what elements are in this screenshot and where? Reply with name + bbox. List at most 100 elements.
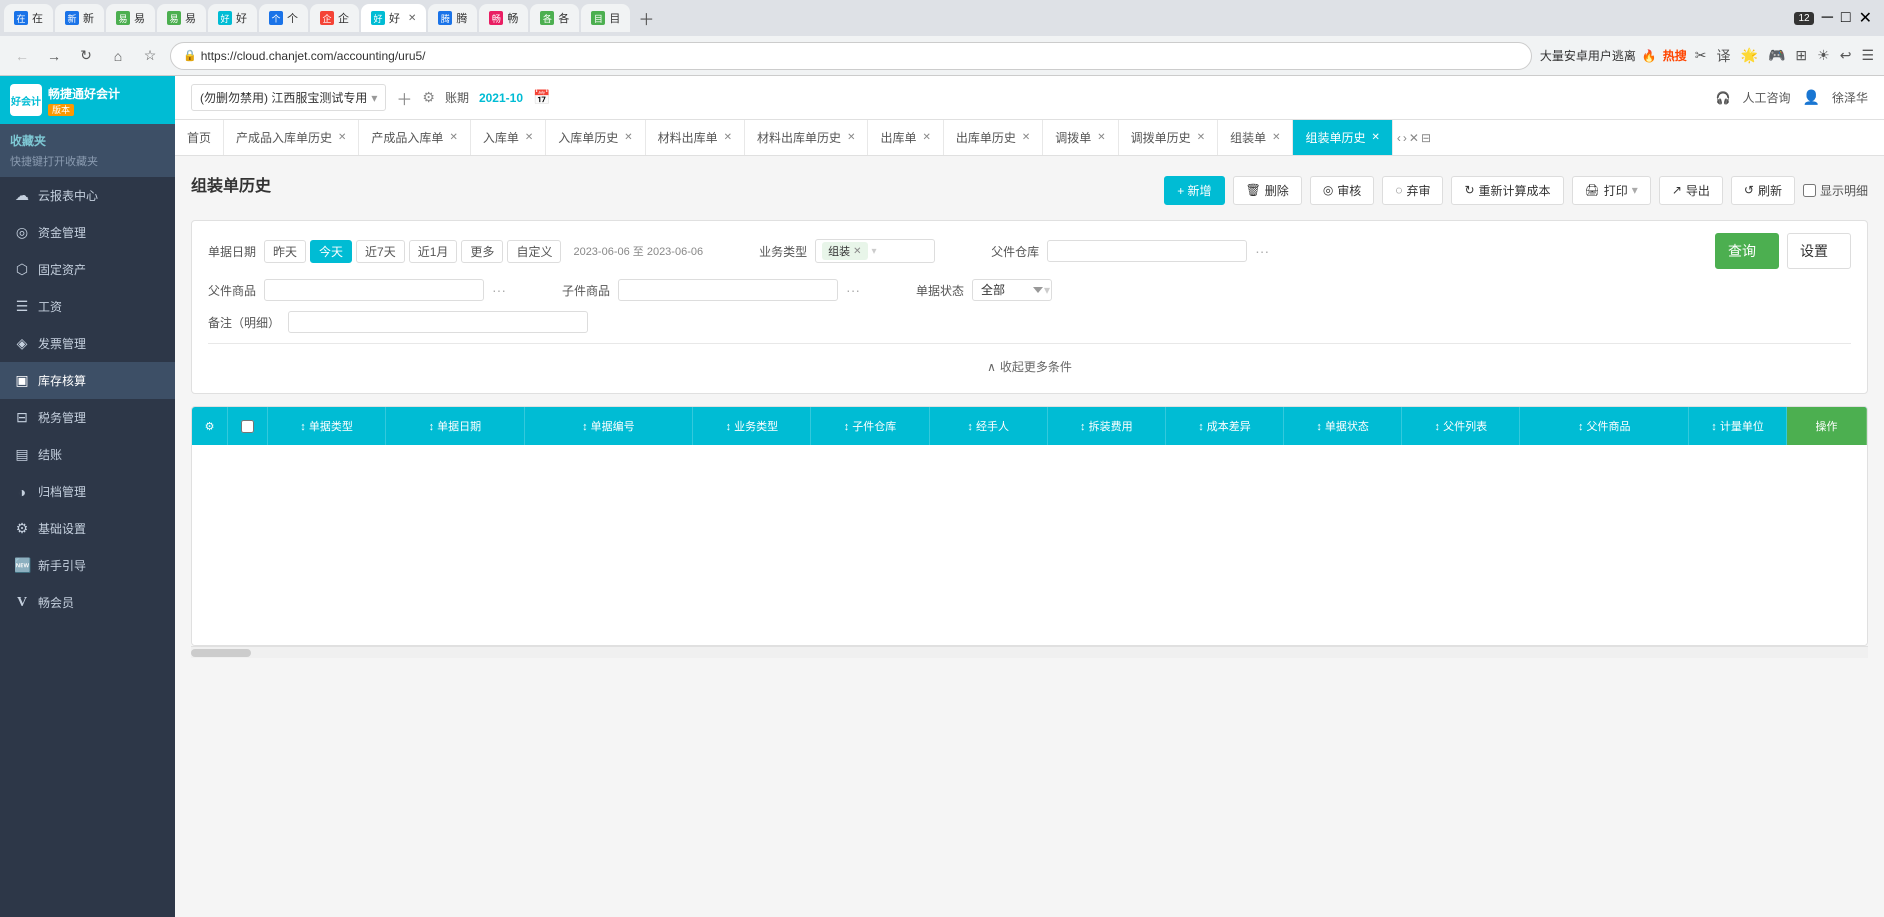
company-selector[interactable]: (勿删勿禁用) 江西服宝测试专用 ▾ — [191, 84, 386, 111]
parent-goods-input[interactable] — [264, 279, 484, 301]
sidebar-item-new-guide[interactable]: 🆕 新手引导 — [0, 547, 175, 584]
date-btn-7days[interactable]: 近7天 — [356, 240, 405, 263]
undo-icon[interactable]: ↩ — [1840, 47, 1852, 64]
sidebar-item-vip[interactable]: V 畅会员 — [0, 584, 175, 621]
sidebar-item-cloud-reports[interactable]: ☁ 云报表中心 — [0, 177, 175, 214]
nav-tab-6[interactable]: 出库单 ✕ — [868, 120, 943, 156]
browser-tab-5[interactable]: 好 好 — [208, 4, 257, 32]
remark-input[interactable] — [288, 311, 588, 333]
date-btn-1month[interactable]: 近1月 — [409, 240, 458, 263]
nav-tab-close-4[interactable]: ✕ — [724, 132, 732, 143]
url-input[interactable]: 🔒 https://cloud.chanjet.com/accounting/u… — [170, 42, 1532, 70]
nav-tab-close-2[interactable]: ✕ — [525, 132, 533, 143]
parent-warehouse-more-icon[interactable]: ··· — [1255, 243, 1269, 259]
query-button[interactable]: 查询 — [1715, 233, 1779, 269]
nav-tab-3[interactable]: 入库单历史 ✕ — [546, 120, 645, 156]
nav-tab-close-11[interactable]: ✕ — [1372, 132, 1380, 143]
translate-icon[interactable]: 译 — [1717, 46, 1731, 66]
nav-tab-9[interactable]: 调拨单历史 ✕ — [1119, 120, 1218, 156]
sidebar-item-inventory[interactable]: ▣ 库存核算 — [0, 362, 175, 399]
sidebar-item-fund-mgmt[interactable]: ◎ 资金管理 — [0, 214, 175, 251]
child-goods-more-icon[interactable]: ··· — [846, 282, 860, 298]
tab-options-icon[interactable]: ⊟ — [1421, 131, 1431, 145]
print-button[interactable]: 🖨 打印 ▾ — [1572, 176, 1651, 205]
browser-tab-1[interactable]: 在 在 — [4, 4, 53, 32]
audit-button[interactable]: ◎ 审核 — [1310, 176, 1375, 205]
nav-tab-2[interactable]: 入库单 ✕ — [471, 120, 546, 156]
th-child-warehouse[interactable]: ↕ 子件仓库 — [811, 407, 929, 445]
nav-tab-8[interactable]: 调拨单 ✕ — [1043, 120, 1118, 156]
browser-tab-8[interactable]: 好 好 ✕ — [361, 4, 426, 32]
nav-tab-7[interactable]: 出库单历史 ✕ — [944, 120, 1043, 156]
close-all-tabs-icon[interactable]: ✕ — [1409, 131, 1419, 145]
browser-tab-4[interactable]: 易 易 — [157, 4, 206, 32]
bill-status-select[interactable]: 全部 草稿 已审核 — [972, 279, 1052, 301]
horizontal-scrollbar[interactable] — [191, 646, 1868, 658]
sidebar-item-archive-mgmt[interactable]: ◑ 归档管理 — [0, 473, 175, 510]
browser-tab-7[interactable]: 企 企 — [310, 4, 359, 32]
game-icon[interactable]: 🎮 — [1768, 47, 1785, 64]
th-cost-diff[interactable]: ↕ 成本差异 — [1166, 407, 1284, 445]
grid-icon[interactable]: ⊞ — [1795, 47, 1807, 64]
bookmark-button[interactable]: ☆ — [138, 44, 162, 68]
date-btn-today[interactable]: 今天 — [310, 240, 352, 263]
date-btn-yesterday[interactable]: 昨天 — [264, 240, 306, 263]
recalculate-button[interactable]: ↻ 重新计算成本 — [1451, 176, 1563, 205]
nav-tab-close-10[interactable]: ✕ — [1272, 132, 1280, 143]
nav-tab-home[interactable]: 首页 — [175, 120, 224, 156]
sidebar-item-payroll[interactable]: ☰ 工资 — [0, 288, 175, 325]
show-detail-input[interactable] — [1803, 184, 1816, 197]
home-button[interactable]: ⌂ — [106, 44, 130, 68]
delete-button[interactable]: 🗑 删除 — [1233, 176, 1302, 205]
nav-tab-0[interactable]: 产成品入库单历史 ✕ — [224, 120, 359, 156]
th-bill-status[interactable]: ↕ 单据状态 — [1284, 407, 1402, 445]
th-bill-no[interactable]: ↕ 单据编号 — [525, 407, 694, 445]
th-settings[interactable]: ⚙ — [192, 407, 228, 445]
nav-tab-close-8[interactable]: ✕ — [1097, 132, 1105, 143]
browser-tab-2[interactable]: 新 新 — [55, 4, 104, 32]
scroll-right-icon[interactable]: › — [1403, 131, 1407, 145]
close-button[interactable]: ✕ — [1859, 8, 1872, 28]
sidebar-item-basic-settings[interactable]: ⚙ 基础设置 — [0, 510, 175, 547]
nav-tab-close-1[interactable]: ✕ — [449, 132, 457, 143]
browser-tab-10[interactable]: 畅 畅 — [479, 4, 528, 32]
maximize-button[interactable]: □ — [1841, 9, 1851, 27]
sun-icon[interactable]: ☀ — [1817, 47, 1830, 64]
th-business-type[interactable]: ↕ 业务类型 — [693, 407, 811, 445]
tag-dropdown-icon[interactable]: ▾ — [872, 246, 877, 257]
date-btn-custom[interactable]: 自定义 — [507, 240, 561, 263]
add-icon[interactable]: ＋ — [396, 86, 412, 110]
browser-tab-3[interactable]: 易 易 — [106, 4, 155, 32]
collapse-button[interactable]: ∧ 收起更多条件 — [208, 352, 1851, 381]
nav-tab-4[interactable]: 材料出库单 ✕ — [646, 120, 745, 156]
th-bill-date[interactable]: ↕ 单据日期 — [386, 407, 524, 445]
nav-tab-close-3[interactable]: ✕ — [624, 132, 632, 143]
th-parent-list[interactable]: ↕ 父件列表 — [1402, 407, 1520, 445]
th-bill-type[interactable]: ↕ 单据类型 — [268, 407, 386, 445]
parent-goods-more-icon[interactable]: ··· — [492, 282, 506, 298]
date-btn-more[interactable]: 更多 — [461, 240, 503, 263]
new-button[interactable]: + 新增 — [1164, 176, 1224, 205]
nav-tab-10[interactable]: 组装单 ✕ — [1218, 120, 1293, 156]
export-button[interactable]: ↗ 导出 — [1659, 176, 1723, 205]
th-checkbox[interactable] — [228, 407, 268, 445]
forward-button[interactable]: → — [42, 44, 66, 68]
tab-close-8[interactable]: ✕ — [408, 13, 416, 24]
nav-tab-close-7[interactable]: ✕ — [1022, 132, 1030, 143]
nav-tab-close-9[interactable]: ✕ — [1197, 132, 1205, 143]
show-detail-checkbox[interactable]: 显示明细 — [1803, 182, 1868, 199]
tag-close-icon[interactable]: ✕ — [853, 246, 861, 257]
browser-tab-11[interactable]: 各 各 — [530, 4, 579, 32]
emoji-icon[interactable]: 🌟 — [1741, 47, 1758, 64]
sidebar-item-invoice-mgmt[interactable]: ◈ 发票管理 — [0, 325, 175, 362]
scissors-icon[interactable]: ✂ — [1695, 47, 1707, 64]
scroll-thumb[interactable] — [191, 649, 251, 657]
abandon-button[interactable]: ◌ 弃审 — [1382, 176, 1443, 205]
refresh-button[interactable]: ↻ — [74, 44, 98, 68]
new-tab-button[interactable]: ＋ — [632, 4, 660, 32]
minimize-button[interactable]: ─ — [1822, 9, 1833, 27]
nav-tab-close-5[interactable]: ✕ — [847, 132, 855, 143]
menu-icon[interactable]: ☰ — [1861, 47, 1874, 64]
th-disassembly-fee[interactable]: ↕ 拆装费用 — [1048, 407, 1166, 445]
setting-button[interactable]: 设置 — [1787, 233, 1851, 269]
